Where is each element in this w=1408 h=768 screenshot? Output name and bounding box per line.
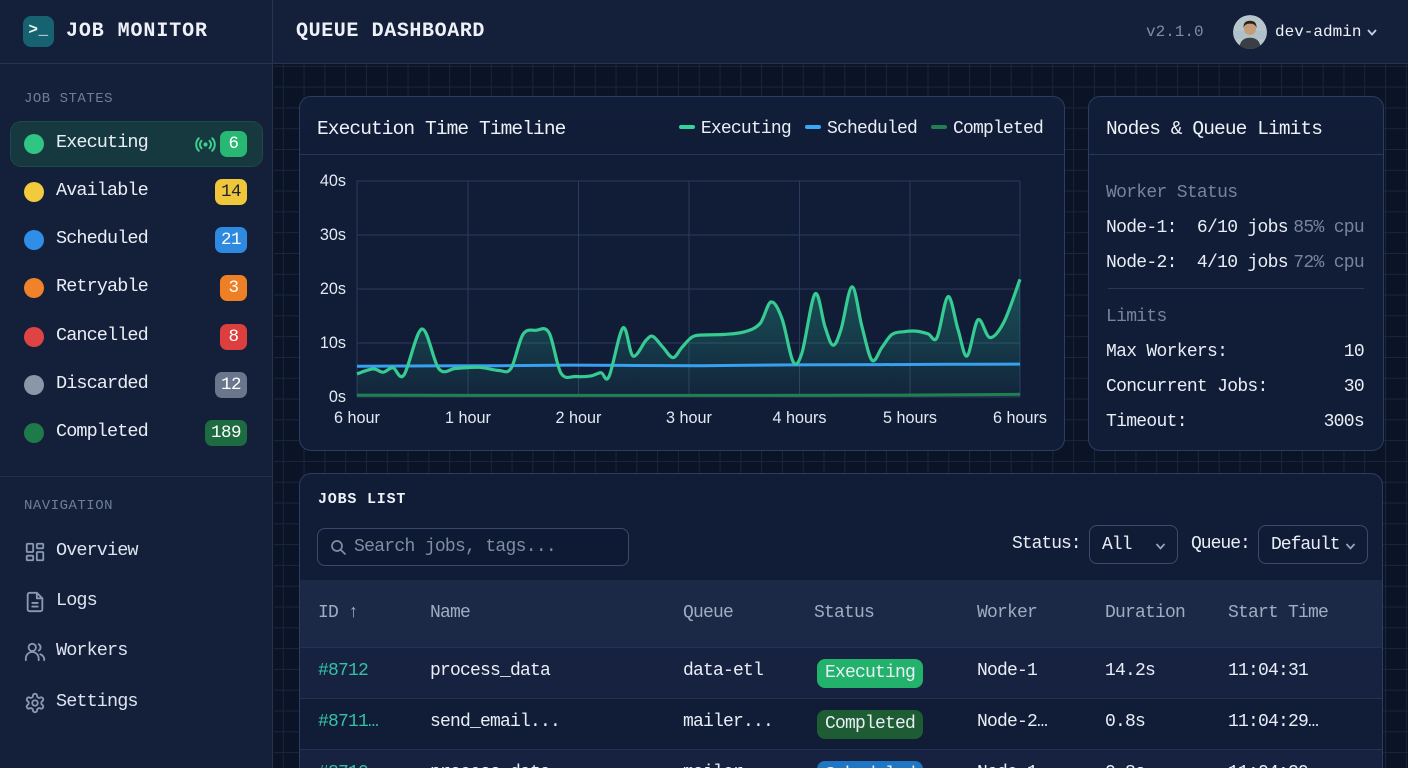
svg-text:40s: 40s (320, 172, 346, 190)
svg-text:10s: 10s (320, 334, 346, 352)
svg-text:2 hour: 2 hour (556, 409, 603, 427)
svg-text:0s: 0s (329, 388, 346, 406)
svg-text:30s: 30s (320, 226, 346, 244)
svg-text:1 hour: 1 hour (445, 409, 492, 427)
svg-text:6 hour: 6 hour (334, 409, 381, 427)
svg-text:3 hour: 3 hour (666, 409, 713, 427)
svg-text:20s: 20s (320, 280, 346, 298)
svg-text:5 hours: 5 hours (883, 409, 937, 427)
svg-text:6 hours: 6 hours (993, 409, 1047, 427)
svg-text:4 hours: 4 hours (773, 409, 827, 427)
